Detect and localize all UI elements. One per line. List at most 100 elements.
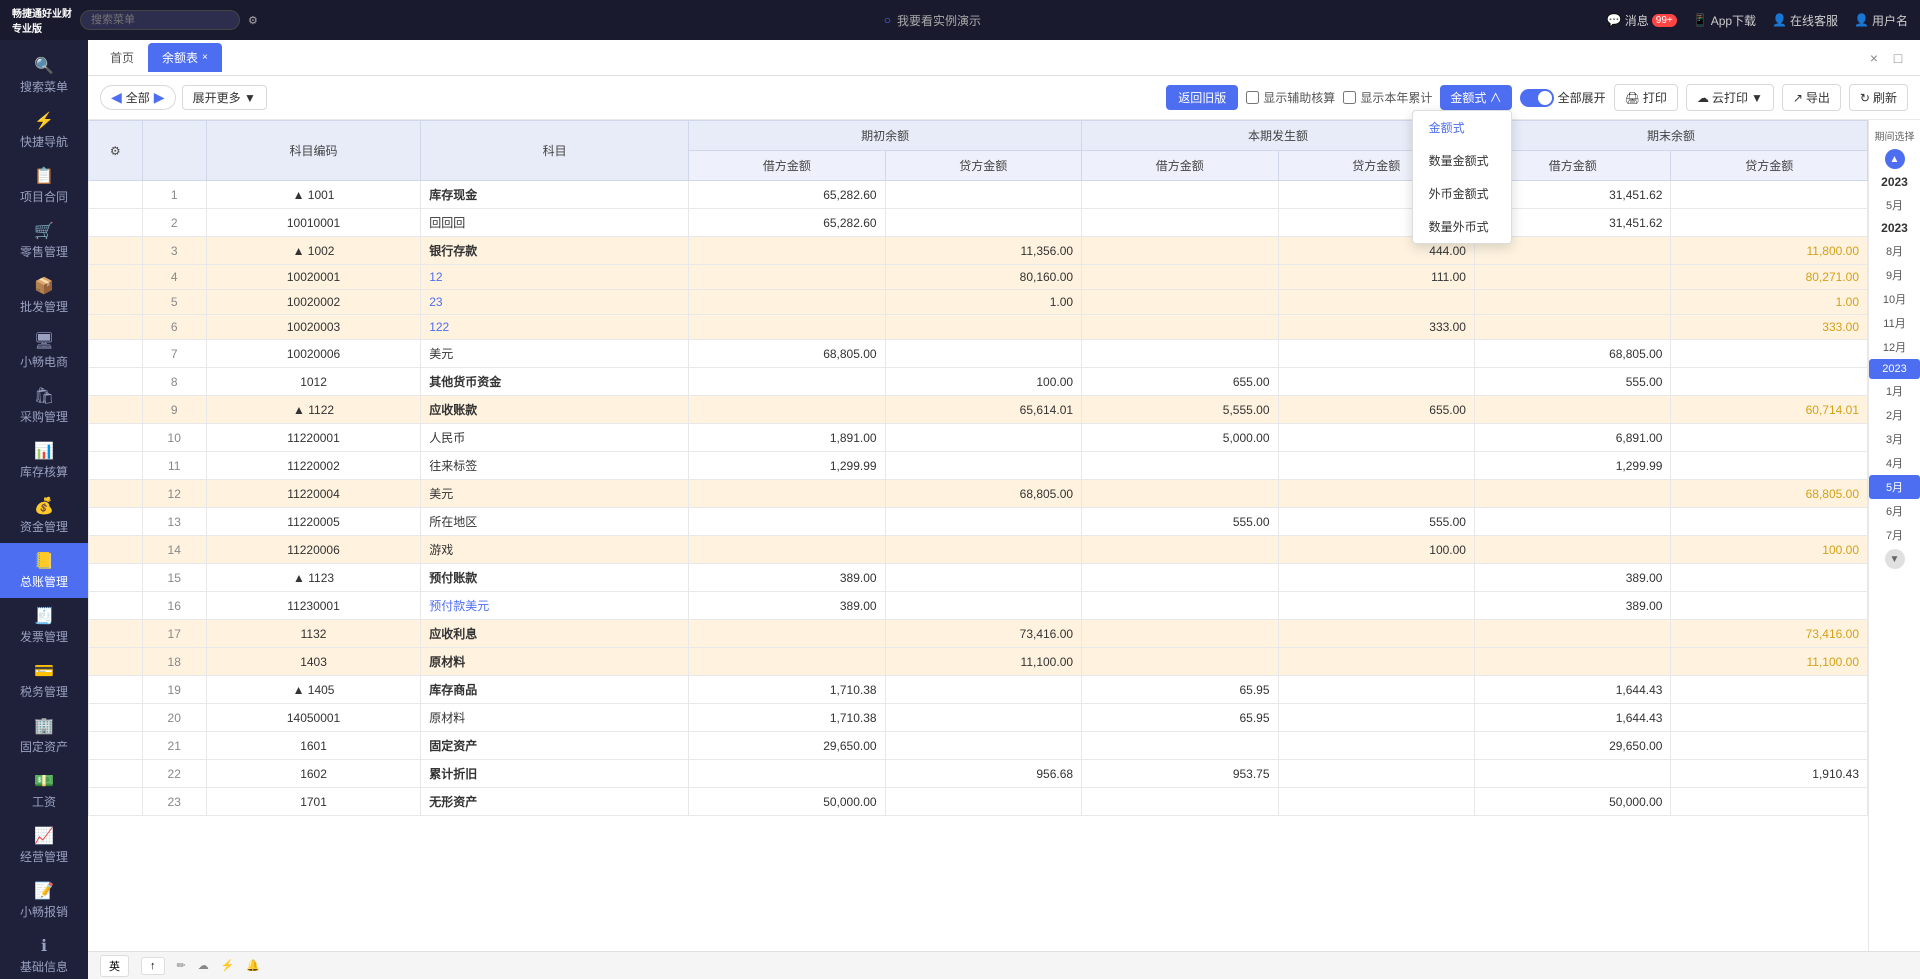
row-name[interactable]: 美元 <box>421 480 689 508</box>
row-ed <box>1474 620 1670 648</box>
refresh-btn[interactable]: ↻ 刷新 <box>1849 84 1908 111</box>
amount-style-btn[interactable]: 金额式 ∧ <box>1440 85 1511 110</box>
row-name[interactable]: 原材料 <box>421 704 689 732</box>
menu-item-qty-amount[interactable]: 数量金额式 <box>1413 144 1511 177</box>
sidebar-item-project[interactable]: 📋 项目合同 <box>0 158 88 213</box>
time-month-jul[interactable]: 7月 <box>1869 523 1920 547</box>
time-month-5[interactable]: 5月 <box>1869 475 1920 499</box>
row-name[interactable]: 所在地区 <box>421 508 689 536</box>
expand-all-switch[interactable] <box>1520 89 1554 107</box>
row-name[interactable]: 应收账款 <box>421 396 689 424</box>
sidebar-item-purchase[interactable]: 🛍 采购管理 <box>0 378 88 433</box>
row-name[interactable]: 固定资产 <box>421 732 689 760</box>
time-year-2023[interactable]: 2023 <box>1869 171 1920 193</box>
row-name[interactable]: 人民币 <box>421 424 689 452</box>
row-name[interactable]: 美元 <box>421 340 689 368</box>
menu-item-amount[interactable]: 金额式 <box>1413 111 1511 144</box>
sidebar-item-management[interactable]: 📈 经营管理 <box>0 818 88 873</box>
print-label: 打印 <box>1643 89 1667 106</box>
sidebar-item-invoice[interactable]: 🧾 发票管理 <box>0 598 88 653</box>
sidebar-item-search[interactable]: 🔍 搜索菜单 <box>0 48 88 103</box>
row-pc: 555.00 <box>1278 508 1474 536</box>
time-month-mar[interactable]: 2月 <box>1869 403 1920 427</box>
time-nav-up[interactable]: ▲ <box>1885 149 1905 169</box>
window-close-btn[interactable]: × <box>1864 48 1884 68</box>
row-name[interactable]: 往来标签 <box>421 452 689 480</box>
sidebar-item-inventory[interactable]: 📊 库存核算 <box>0 433 88 488</box>
message-btn[interactable]: 💬 消息 99+ <box>1607 12 1677 29</box>
sidebar-item-ledger[interactable]: 📒 总账管理 <box>0 543 88 598</box>
sidebar-item-salary[interactable]: 💵 工资 <box>0 763 88 818</box>
window-max-btn[interactable]: □ <box>1888 48 1908 68</box>
time-month-feb[interactable]: 1月 <box>1869 379 1920 403</box>
row-name[interactable]: 原材料 <box>421 648 689 676</box>
row-name[interactable]: 122 <box>421 315 689 340</box>
edit-icon[interactable]: ✏ <box>177 959 186 972</box>
nav-left-icon[interactable]: ◀ <box>111 89 122 106</box>
row-num: 23 <box>142 788 206 816</box>
row-name[interactable]: 累计折旧 <box>421 760 689 788</box>
time-month-jun[interactable]: 6月 <box>1869 499 1920 523</box>
cloud-status-icon[interactable]: ☁ <box>198 959 209 972</box>
auxiliary-checkbox[interactable] <box>1246 91 1259 104</box>
row-name[interactable]: 无形资产 <box>421 788 689 816</box>
demo-text[interactable]: 我要看实例演示 <box>897 12 981 29</box>
sidebar-item-tax[interactable]: 💳 税务管理 <box>0 653 88 708</box>
scroll-btn[interactable]: ↑ <box>141 957 165 975</box>
export-btn[interactable]: ↗ 导出 <box>1782 84 1841 111</box>
sidebar-item-ecommerce[interactable]: 🖥 小畅电商 <box>0 323 88 378</box>
time-month-sep[interactable]: 9月 <box>1869 263 1920 287</box>
sidebar-item-wholesale[interactable]: 📦 批发管理 <box>0 268 88 323</box>
menu-item-qty-foreign[interactable]: 数量外币式 <box>1413 210 1511 243</box>
tab-balance[interactable]: 余额表 × <box>148 43 222 72</box>
cloud-print-btn[interactable]: ☁ 云打印 ▼ <box>1686 84 1774 111</box>
time-month-oct[interactable]: 10月 <box>1869 287 1920 311</box>
row-name[interactable]: 预付账款 <box>421 564 689 592</box>
menu-item-foreign-amount[interactable]: 外币金额式 <box>1413 177 1511 210</box>
sidebar-item-expense[interactable]: 📝 小畅报销 <box>0 873 88 928</box>
tab-home[interactable]: 首页 <box>100 43 144 72</box>
row-name[interactable]: 游戏 <box>421 536 689 564</box>
time-nav-down[interactable]: ▼ <box>1885 549 1905 569</box>
row-ob-debit: 1,299.99 <box>689 452 885 480</box>
lang-btn[interactable]: 英 <box>100 955 129 977</box>
app-download-btn[interactable]: 📱 App下载 <box>1693 12 1756 29</box>
bell-icon[interactable]: 🔔 <box>246 959 260 972</box>
row-name[interactable]: 库存现金 <box>421 181 689 209</box>
time-month-aug[interactable]: 8月 <box>1869 239 1920 263</box>
row-name[interactable]: 库存商品 <box>421 676 689 704</box>
row-name[interactable]: 其他货币资金 <box>421 368 689 396</box>
row-name[interactable]: 应收利息 <box>421 620 689 648</box>
filter-all-btn[interactable]: ◀ 全部 ▶ <box>100 85 176 110</box>
online-service-btn[interactable]: 👤 在线客服 <box>1772 12 1838 29</box>
nav-right-icon[interactable]: ▶ <box>154 89 165 106</box>
sidebar-item-nav[interactable]: ⚡ 快捷导航 <box>0 103 88 158</box>
settings-icon[interactable]: ⚙ <box>248 14 258 27</box>
row-name[interactable]: 23 <box>421 290 689 315</box>
expand-more-btn[interactable]: 展开更多 ▼ <box>182 85 267 110</box>
time-month-nov[interactable]: 11月 <box>1869 311 1920 335</box>
sidebar-item-retail[interactable]: 🛒 零售管理 <box>0 213 88 268</box>
row-name[interactable]: 12 <box>421 265 689 290</box>
row-name[interactable]: 回回回 <box>421 209 689 237</box>
search-input[interactable] <box>80 10 240 30</box>
time-month-apr[interactable]: 3月 <box>1869 427 1920 451</box>
row-name[interactable]: 银行存款 <box>421 237 689 265</box>
time-month-may[interactable]: 4月 <box>1869 451 1920 475</box>
time-month-jan[interactable]: 2023 <box>1869 359 1920 379</box>
print-btn[interactable]: 🖨 打印 <box>1614 84 1678 111</box>
tab-close-icon[interactable]: × <box>202 52 208 63</box>
gear-icon[interactable]: ⚙ <box>110 144 121 158</box>
time-month-dec[interactable]: 12月 <box>1869 335 1920 359</box>
annual-checkbox[interactable] <box>1343 91 1356 104</box>
lightning-icon[interactable]: ⚡ <box>221 959 235 972</box>
user-avatar[interactable]: 👤 用户名 <box>1854 12 1908 29</box>
sidebar-item-assets[interactable]: 🏢 固定资产 <box>0 708 88 763</box>
sidebar-item-basic[interactable]: ℹ 基础信息 <box>0 928 88 979</box>
row-ed <box>1474 760 1670 788</box>
sidebar-item-funds[interactable]: 💰 资金管理 <box>0 488 88 543</box>
return-old-btn[interactable]: 返回旧版 <box>1166 85 1238 110</box>
time-year-label[interactable]: 2023 <box>1869 217 1920 239</box>
row-name[interactable]: 预付款美元 <box>421 592 689 620</box>
time-month-may-2023[interactable]: 5月 <box>1869 193 1920 217</box>
